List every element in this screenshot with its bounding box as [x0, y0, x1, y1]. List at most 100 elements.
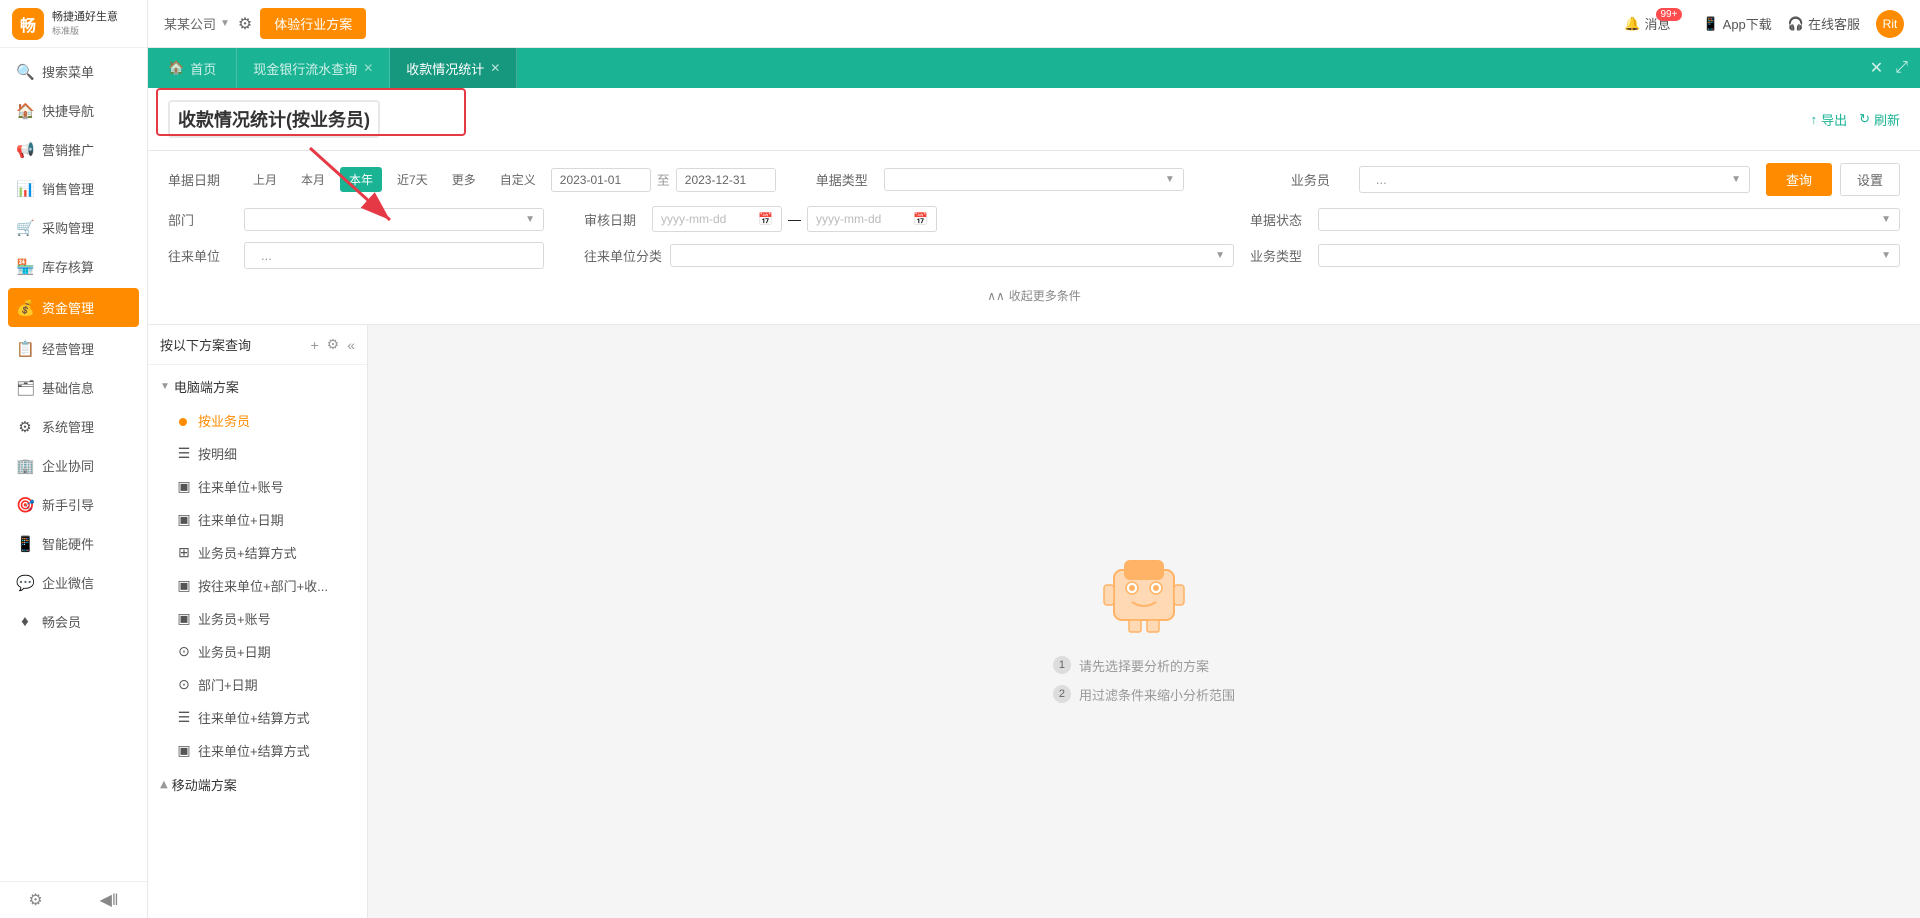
empty-tips: 1 请先选择要分析的方案 2 用过滤条件来缩小分析范围 — [1053, 656, 1235, 704]
sidebar-item-quicknav[interactable]: 🏠 快捷导航 — [0, 91, 147, 130]
tab-collection-close[interactable]: ✕ — [490, 61, 500, 75]
date-tab-custom[interactable]: 自定义 — [491, 167, 545, 192]
scheme-group-mobile-header[interactable]: ▶ 移动端方案 — [148, 767, 367, 802]
date-tab-more[interactable]: 更多 — [443, 167, 485, 192]
tab-collection[interactable]: 收款情况统计 ✕ — [390, 48, 517, 88]
operations-icon: 📋 — [16, 340, 34, 358]
sidebar-item-inventory[interactable]: 🏪 库存核算 — [0, 247, 147, 286]
scheme-item-label-1: 按明细 — [198, 444, 237, 463]
messages-button[interactable]: 🔔 消息 99+ — [1624, 14, 1670, 33]
refresh-button[interactable]: ↻ 刷新 — [1859, 110, 1900, 129]
sidebar-footer: ⚙ ◀‖ — [0, 881, 147, 918]
sidebar-item-enterprise[interactable]: 🏢 企业协同 — [0, 446, 147, 485]
scheme-item-partner-account[interactable]: ▣ 往来单位+账号 — [148, 470, 367, 503]
tab-maximize-icon[interactable]: ⤢ — [1895, 59, 1908, 77]
top-header: 某某公司 ▼ ⚙ 体验行业方案 🔔 消息 99+ 📱 App下载 🎧 在线客服 … — [148, 0, 1920, 48]
audit-date-separator: — — [788, 212, 801, 227]
date-to-input[interactable] — [676, 168, 776, 192]
date-tab-lastmonth[interactable]: 上月 — [244, 167, 286, 192]
scheme-collapse-button[interactable]: « — [347, 337, 355, 353]
scheme-item-dept-date[interactable]: ⊙ 部门+日期 — [148, 668, 367, 701]
scheme-settings-button[interactable]: ⚙ — [327, 336, 340, 353]
sidebar-item-wechat[interactable]: 💬 企业微信 — [0, 563, 147, 602]
message-badge: 99+ — [1656, 8, 1683, 21]
sidebar-item-vip[interactable]: ♦ 畅会员 — [0, 602, 147, 641]
tab-bank[interactable]: 现金银行流水查询 ✕ — [237, 48, 390, 88]
sidebar-item-sales[interactable]: 📊 销售管理 — [0, 169, 147, 208]
date-tab-thisyear[interactable]: 本年 — [340, 167, 382, 192]
scheme-item-partner-dept-collect[interactable]: ▣ 按往来单位+部门+收... — [148, 569, 367, 602]
top-header-left: 某某公司 ▼ ⚙ 体验行业方案 — [164, 8, 366, 39]
scheme-add-button[interactable]: + — [310, 337, 318, 353]
export-icon: ↑ — [1811, 112, 1818, 127]
filter-panel: 单据日期 上月 本月 本年 近7天 更多 自定义 至 单据类型 ▼ — [148, 151, 1920, 325]
collapse-filters-button[interactable]: ∧∧ 收起更多条件 — [168, 279, 1900, 312]
date-tab-7days[interactable]: 近7天 — [388, 167, 437, 192]
audit-date-to-input[interactable]: yyyy-mm-dd 📅 — [807, 206, 937, 232]
scheme-item-salesperson-date[interactable]: ⊙ 业务员+日期 — [148, 635, 367, 668]
sidebar-item-basicinfo[interactable]: 🗂 基础信息 — [0, 368, 147, 407]
scheme-item-salesperson-account[interactable]: ▣ 业务员+账号 — [148, 602, 367, 635]
filter-row-2: 部门 ▼ 审核日期 yyyy-mm-dd 📅 — yyyy-mm-dd — [168, 206, 1900, 232]
sidebar-item-marketing[interactable]: 📢 营销推广 — [0, 130, 147, 169]
user-info[interactable]: 某某公司 ▼ — [164, 14, 230, 33]
tab-bar-right: ✕ ⤢ — [1858, 48, 1920, 88]
salesperson-select[interactable]: ... ▼ — [1359, 166, 1750, 193]
dept-select[interactable]: ▼ — [244, 208, 544, 231]
user-avatar[interactable]: Rit — [1876, 10, 1904, 38]
sidebar-item-system-label: 系统管理 — [42, 417, 94, 436]
online-service-button[interactable]: 🎧 在线客服 — [1788, 14, 1860, 33]
refresh-icon: ↻ — [1859, 111, 1870, 127]
query-button[interactable]: 查询 — [1766, 163, 1832, 196]
date-tab-thismonth[interactable]: 本月 — [292, 167, 334, 192]
scheme-group-mobile: ▶ 移动端方案 — [148, 767, 367, 802]
sales-icon: 📊 — [16, 180, 34, 198]
doc-type-select[interactable]: ▼ — [884, 168, 1184, 191]
scheme-item-partner-settlement1[interactable]: ☰ 往来单位+结算方式 — [148, 701, 367, 734]
tab-close-window-icon[interactable]: ✕ — [1870, 58, 1883, 78]
logo-text-group: 畅捷通好生意 标准版 — [52, 10, 118, 37]
sidebar-item-hardware[interactable]: 📱 智能硬件 — [0, 524, 147, 563]
sidebar-item-finance-label: 资金管理 — [42, 298, 94, 317]
set-button[interactable]: 设置 — [1840, 163, 1900, 196]
sidebar-item-guide[interactable]: 🎯 新手引导 — [0, 485, 147, 524]
trial-button[interactable]: 体验行业方案 — [260, 8, 366, 39]
audit-date-from-input[interactable]: yyyy-mm-dd 📅 — [652, 206, 782, 232]
sidebar-footer-collapse[interactable]: ◀‖ — [100, 890, 119, 910]
audit-date-label: 审核日期 — [584, 210, 644, 229]
scheme-item-partner-settlement2[interactable]: ▣ 往来单位+结算方式 — [148, 734, 367, 767]
system-icon: ⚙ — [16, 418, 34, 436]
tab-home[interactable]: 🏠 首页 — [148, 48, 237, 88]
sidebar-item-finance[interactable]: 💰 资金管理 — [8, 288, 139, 327]
scheme-item-salesperson-settlement[interactable]: ⊞ 业务员+结算方式 — [148, 536, 367, 569]
sidebar-footer-settings[interactable]: ⚙ — [28, 890, 42, 910]
logo-badge: 标准版 — [52, 24, 118, 37]
app-download-button[interactable]: 📱 App下载 — [1702, 14, 1771, 33]
doc-status-select[interactable]: ▼ — [1318, 208, 1900, 231]
scheme-header: 按以下方案查询 + ⚙ « — [148, 325, 367, 365]
tip-text-2: 用过滤条件来缩小分析范围 — [1079, 685, 1235, 704]
app-download-label: App下载 — [1723, 14, 1772, 33]
partner-select[interactable]: ... — [244, 242, 544, 269]
scheme-group-desktop-header[interactable]: ▼ 电脑端方案 — [148, 369, 367, 404]
sidebar-item-operations[interactable]: 📋 经营管理 — [0, 329, 147, 368]
scheme-item-by-details[interactable]: ☰ 按明细 — [148, 437, 367, 470]
tab-bank-close[interactable]: ✕ — [363, 61, 373, 75]
doc-status-arrow: ▼ — [1881, 214, 1891, 225]
sidebar-item-purchase[interactable]: 🛒 采购管理 — [0, 208, 147, 247]
scheme-item-by-salesperson[interactable]: 按业务员 — [148, 404, 367, 437]
scheme-item-partner-date[interactable]: ▣ 往来单位+日期 — [148, 503, 367, 536]
partner-more-btn[interactable]: ... — [261, 248, 272, 263]
salesperson-more-btn[interactable]: ... — [1376, 172, 1387, 187]
purchase-icon: 🛒 — [16, 219, 34, 237]
filter-row-1: 单据日期 上月 本月 本年 近7天 更多 自定义 至 单据类型 ▼ — [168, 163, 1900, 196]
empty-illustration — [1094, 540, 1194, 640]
sidebar-item-search[interactable]: 🔍 搜索菜单 — [0, 52, 147, 91]
scheme-group-mobile-arrow: ▶ — [158, 781, 169, 789]
date-from-input[interactable] — [551, 168, 651, 192]
partner-category-select[interactable]: ▼ — [670, 244, 1234, 267]
biz-type-select[interactable]: ▼ — [1318, 244, 1900, 267]
sidebar-item-system[interactable]: ⚙ 系统管理 — [0, 407, 147, 446]
export-button[interactable]: ↑ 导出 — [1811, 110, 1848, 129]
settings-icon[interactable]: ⚙ — [238, 14, 252, 34]
